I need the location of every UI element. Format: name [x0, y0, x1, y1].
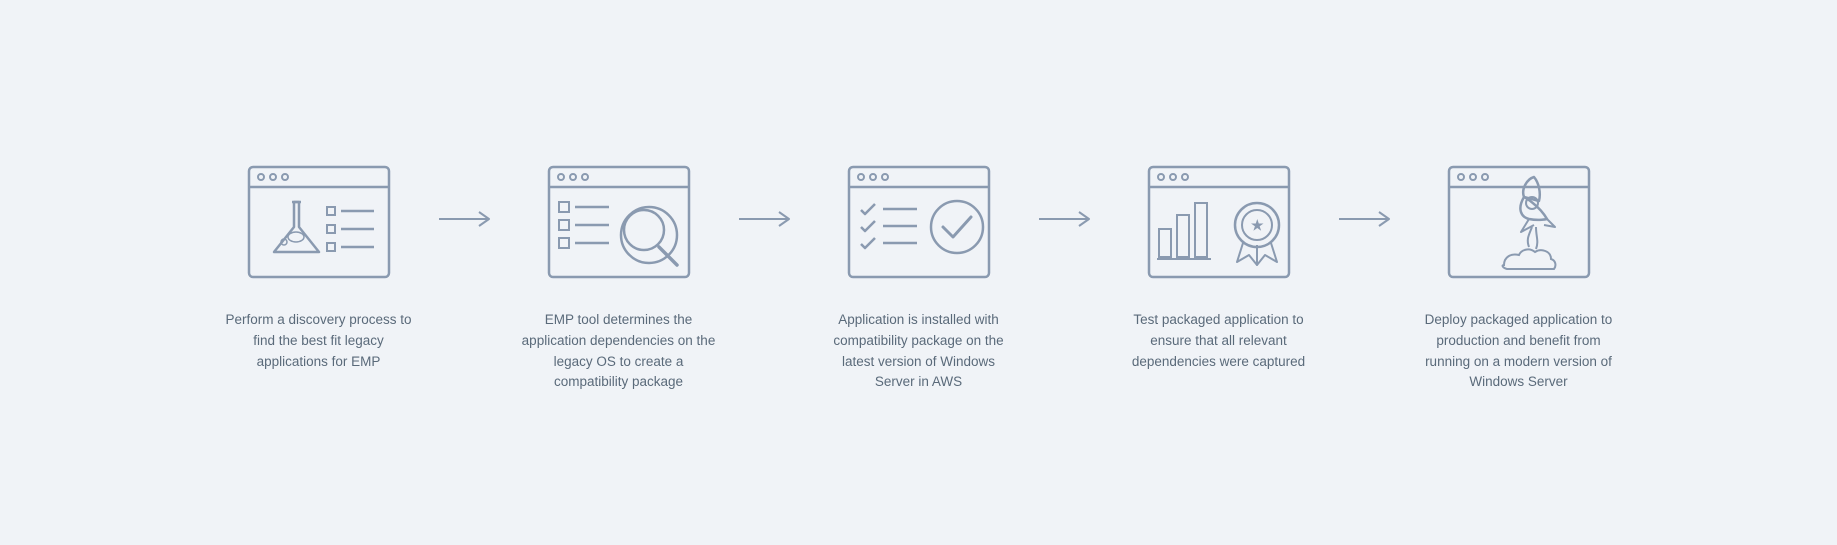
step-4: ★ Test packaged application to ensure th… — [1109, 152, 1329, 373]
arrow-3 — [1029, 152, 1109, 231]
step-1: Perform a discovery process to find the … — [209, 152, 429, 373]
arrow-2 — [729, 152, 809, 231]
arrow-1 — [429, 152, 509, 231]
step-3-text: Application is installed with compatibil… — [814, 310, 1024, 394]
svg-text:★: ★ — [1251, 217, 1264, 233]
step-test-icon: ★ — [1129, 152, 1309, 292]
step-install-icon — [829, 152, 1009, 292]
step-2: EMP tool determines the application depe… — [509, 152, 729, 394]
step-5-text: Deploy packaged application to productio… — [1414, 310, 1624, 394]
step-4-text: Test packaged application to ensure that… — [1114, 310, 1324, 373]
step-analysis-icon — [529, 152, 709, 292]
step-2-text: EMP tool determines the application depe… — [514, 310, 724, 394]
step-1-text: Perform a discovery process to find the … — [214, 310, 424, 373]
step-deploy-icon — [1429, 152, 1609, 292]
arrow-4 — [1329, 152, 1409, 231]
step-3: Application is installed with compatibil… — [809, 152, 1029, 394]
step-5: Deploy packaged application to productio… — [1409, 152, 1629, 394]
step-discovery-icon — [229, 152, 409, 292]
workflow-container: Perform a discovery process to find the … — [0, 112, 1837, 434]
